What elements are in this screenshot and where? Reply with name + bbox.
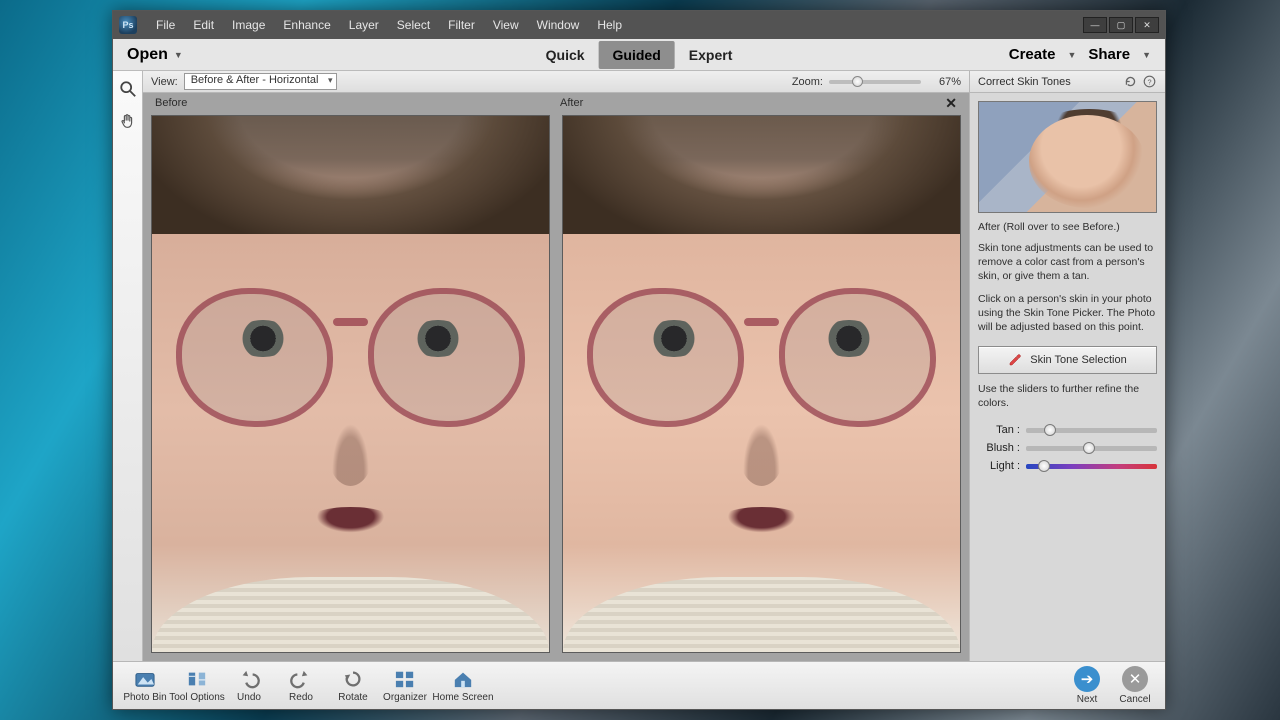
- panel-desc-1: Skin tone adjustments can be used to rem…: [978, 241, 1157, 284]
- menu-window[interactable]: Window: [528, 18, 589, 32]
- undo-icon: [236, 668, 262, 690]
- after-pane[interactable]: [562, 115, 961, 653]
- modebar: Open ▼ Quick Guided Expert Create ▼ Shar…: [113, 39, 1165, 71]
- panel-title: Correct Skin Tones: [978, 76, 1071, 88]
- before-label: Before: [151, 97, 556, 115]
- undo-label: Undo: [237, 692, 261, 703]
- menu-edit[interactable]: Edit: [184, 18, 223, 32]
- organizer-button[interactable]: Organizer: [379, 668, 431, 703]
- mode-guided[interactable]: Guided: [599, 41, 675, 69]
- zoom-slider-thumb[interactable]: [852, 76, 863, 87]
- maximize-button[interactable]: ▢: [1109, 17, 1133, 33]
- eyedropper-icon: [1008, 353, 1022, 367]
- bottom-bar: Photo Bin Tool Options Undo Redo Rotate …: [113, 661, 1165, 709]
- menubar: Ps File Edit Image Enhance Layer Select …: [113, 11, 1165, 39]
- view-strip: View: Before & After - Horizontal Zoom: …: [143, 71, 969, 93]
- photo-bin-button[interactable]: Photo Bin: [119, 668, 171, 703]
- menu-file[interactable]: File: [147, 18, 184, 32]
- panel-desc-2: Click on a person's skin in your photo u…: [978, 292, 1157, 335]
- redo-label: Redo: [289, 692, 313, 703]
- photo-bin-label: Photo Bin: [123, 692, 166, 703]
- light-label: Light :: [978, 460, 1020, 472]
- menu-select[interactable]: Select: [388, 18, 439, 32]
- next-arrow-icon: ➔: [1074, 666, 1100, 692]
- skin-tone-selection-button[interactable]: Skin Tone Selection: [978, 346, 1157, 374]
- close-window-button[interactable]: ✕: [1135, 17, 1159, 33]
- tool-options-button[interactable]: Tool Options: [171, 668, 223, 703]
- next-label: Next: [1077, 694, 1098, 705]
- menu-layer[interactable]: Layer: [340, 18, 388, 32]
- tan-slider[interactable]: [1026, 428, 1157, 433]
- rotate-label: Rotate: [338, 692, 367, 703]
- rotate-icon: [340, 668, 366, 690]
- view-mode-select[interactable]: Before & After - Horizontal: [184, 73, 338, 90]
- zoom-slider[interactable]: [829, 80, 921, 84]
- light-slider[interactable]: [1026, 464, 1157, 469]
- app-window: Ps File Edit Image Enhance Layer Select …: [112, 10, 1166, 710]
- open-dropdown-icon[interactable]: ▼: [174, 50, 183, 60]
- example-caption: After (Roll over to see Before.): [978, 221, 1157, 233]
- zoom-value: 67%: [927, 76, 961, 88]
- right-panel: Correct Skin Tones ? After (Roll over to…: [969, 71, 1165, 661]
- open-button[interactable]: Open: [127, 46, 168, 64]
- rotate-button[interactable]: Rotate: [327, 668, 379, 703]
- blush-label: Blush :: [978, 442, 1020, 454]
- panel-header: Correct Skin Tones ?: [970, 71, 1165, 93]
- mode-quick[interactable]: Quick: [532, 41, 599, 69]
- tool-options-icon: [184, 668, 210, 690]
- next-button[interactable]: ➔ Next: [1063, 666, 1111, 705]
- tool-options-label: Tool Options: [169, 692, 225, 703]
- slider-intro: Use the sliders to further refine the co…: [978, 382, 1157, 410]
- photo-bin-icon: [132, 668, 158, 690]
- before-image: [152, 116, 549, 652]
- cancel-button[interactable]: ✕ Cancel: [1111, 666, 1159, 705]
- cancel-x-icon: ✕: [1122, 666, 1148, 692]
- after-image: [563, 116, 960, 652]
- hand-tool-icon[interactable]: [118, 111, 138, 131]
- share-dropdown-icon[interactable]: ▼: [1142, 50, 1151, 60]
- app-logo-icon: Ps: [119, 16, 137, 34]
- menu-view[interactable]: View: [484, 18, 528, 32]
- home-screen-label: Home Screen: [432, 692, 493, 703]
- before-pane[interactable]: [151, 115, 550, 653]
- svg-text:?: ?: [1147, 77, 1151, 86]
- redo-button[interactable]: Redo: [275, 668, 327, 703]
- close-pane-icon[interactable]: ✕: [945, 95, 957, 112]
- organizer-icon: [392, 668, 418, 690]
- tan-thumb[interactable]: [1044, 424, 1056, 436]
- redo-icon: [288, 668, 314, 690]
- undo-button[interactable]: Undo: [223, 668, 275, 703]
- skin-tone-selection-label: Skin Tone Selection: [1030, 354, 1126, 366]
- zoom-tool-icon[interactable]: [118, 79, 138, 99]
- blush-slider[interactable]: [1026, 446, 1157, 451]
- help-icon[interactable]: ?: [1142, 74, 1157, 89]
- menu-image[interactable]: Image: [223, 18, 274, 32]
- share-button[interactable]: Share: [1088, 46, 1130, 63]
- image-panes: Before After ✕: [143, 93, 969, 661]
- home-screen-button[interactable]: Home Screen: [431, 668, 495, 703]
- create-dropdown-icon[interactable]: ▼: [1067, 50, 1076, 60]
- tool-strip: [113, 71, 143, 661]
- minimize-button[interactable]: —: [1083, 17, 1107, 33]
- menu-filter[interactable]: Filter: [439, 18, 484, 32]
- tan-label: Tan :: [978, 424, 1020, 436]
- cancel-label: Cancel: [1119, 694, 1150, 705]
- after-label: After: [556, 97, 961, 115]
- menu-enhance[interactable]: Enhance: [274, 18, 339, 32]
- organizer-label: Organizer: [383, 692, 427, 703]
- light-thumb[interactable]: [1038, 460, 1050, 472]
- blush-thumb[interactable]: [1083, 442, 1095, 454]
- menu-help[interactable]: Help: [588, 18, 631, 32]
- example-thumbnail[interactable]: [978, 101, 1157, 213]
- view-label: View:: [151, 76, 178, 88]
- reset-icon[interactable]: [1123, 74, 1138, 89]
- create-button[interactable]: Create: [1009, 46, 1056, 63]
- canvas-area: View: Before & After - Horizontal Zoom: …: [143, 71, 969, 661]
- zoom-label: Zoom:: [792, 76, 823, 88]
- home-icon: [450, 668, 476, 690]
- mode-expert[interactable]: Expert: [675, 41, 747, 69]
